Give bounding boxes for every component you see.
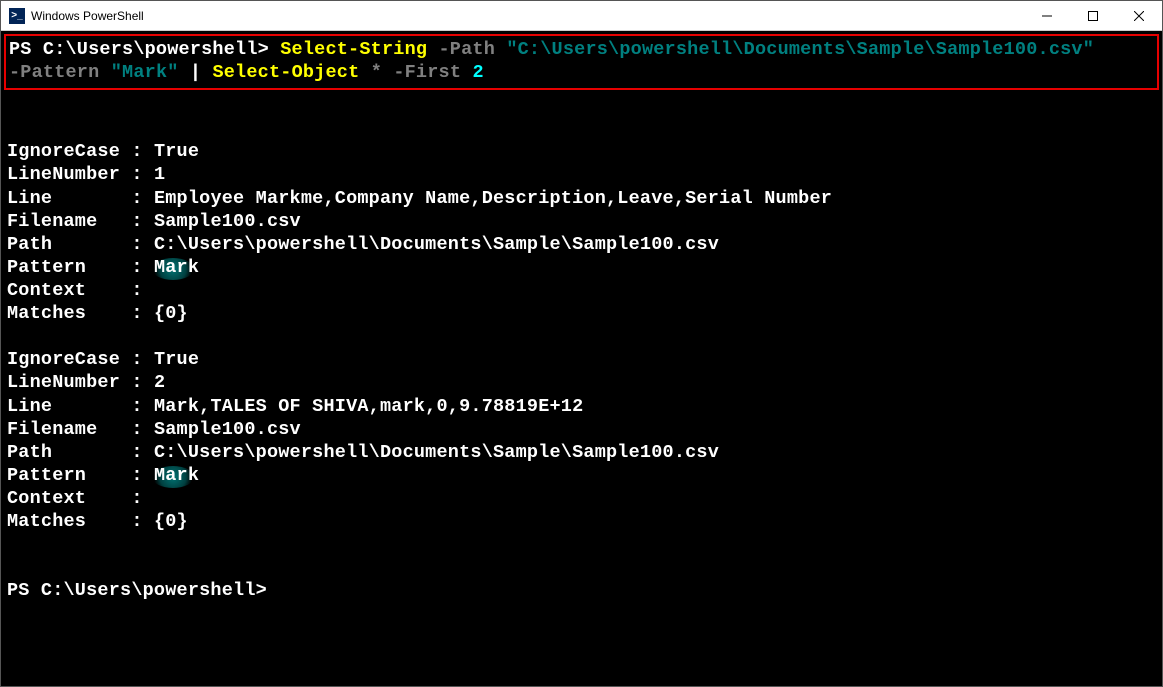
result-row: LineNumber : 1 (7, 163, 1156, 186)
result-row: Context : (7, 279, 1156, 302)
command-highlight-box: PS C:\Users\powershell> Select-String -P… (4, 34, 1159, 90)
window-title: Windows PowerShell (31, 9, 1024, 23)
field-value: True (154, 141, 199, 162)
cmdlet-select-object: Select-Object (212, 62, 359, 83)
field-value: {0} (154, 303, 188, 324)
result-row: Context : (7, 487, 1156, 510)
result-row: Path : C:\Users\powershell\Documents\Sam… (7, 233, 1156, 256)
prompt: PS C:\Users\powershell> (9, 39, 280, 60)
minimize-button[interactable] (1024, 1, 1070, 30)
title-bar: >_ Windows PowerShell (1, 1, 1162, 31)
pattern-value: "Mark" (111, 62, 179, 83)
param-path: -Path (439, 39, 496, 60)
field-label: Context : (7, 280, 154, 301)
param-first: -First (393, 62, 461, 83)
field-label: Context : (7, 488, 154, 509)
first-value: 2 (472, 62, 483, 83)
field-label: IgnoreCase : (7, 349, 154, 370)
field-label: Matches : (7, 511, 154, 532)
field-value: C:\Users\powershell\Documents\Sample\Sam… (154, 442, 719, 463)
result-row: Filename : Sample100.csv (7, 210, 1156, 233)
window-controls (1024, 1, 1162, 30)
field-label: Line : (7, 188, 154, 209)
field-value: Sample100.csv (154, 211, 301, 232)
field-value: Mark,TALES OF SHIVA,mark,0,9.78819E+12 (154, 396, 583, 417)
cmdlet-select-string: Select-String (280, 39, 427, 60)
result-row: IgnoreCase : True (7, 140, 1156, 163)
field-value: Sample100.csv (154, 419, 301, 440)
result-row: Pattern : Mark (7, 464, 1156, 487)
result-row: LineNumber : 2 (7, 371, 1156, 394)
pattern-match: Mark (154, 464, 199, 487)
field-label: Matches : (7, 303, 154, 324)
result-row: Matches : {0} (7, 510, 1156, 533)
field-label: IgnoreCase : (7, 141, 154, 162)
field-label: Filename : (7, 419, 154, 440)
result-row: Line : Mark,TALES OF SHIVA,mark,0,9.7881… (7, 395, 1156, 418)
field-value: C:\Users\powershell\Documents\Sample\Sam… (154, 234, 719, 255)
maximize-button[interactable] (1070, 1, 1116, 30)
pipe: | (179, 62, 213, 83)
result-row: IgnoreCase : True (7, 348, 1156, 371)
field-label: Line : (7, 396, 154, 417)
star: * (371, 62, 382, 83)
field-value: 2 (154, 372, 165, 393)
result-row: Matches : {0} (7, 302, 1156, 325)
param-pattern: -Pattern (9, 62, 99, 83)
field-value: {0} (154, 511, 188, 532)
field-value: True (154, 349, 199, 370)
result-row: Path : C:\Users\powershell\Documents\Sam… (7, 441, 1156, 464)
pattern-match: Mark (154, 256, 199, 279)
result-row: Filename : Sample100.csv (7, 418, 1156, 441)
field-label: LineNumber : (7, 372, 154, 393)
terminal-body[interactable]: PS C:\Users\powershell> Select-String -P… (1, 34, 1162, 602)
result-row: Pattern : Mark (7, 256, 1156, 279)
field-value: 1 (154, 164, 165, 185)
field-label: Filename : (7, 211, 154, 232)
field-label: Pattern : (7, 257, 154, 278)
output-block: IgnoreCase : True LineNumber : 1 Line : … (1, 90, 1162, 602)
path-value: "C:\Users\powershell\Documents\Sample\Sa… (506, 39, 1094, 60)
field-label: LineNumber : (7, 164, 154, 185)
close-button[interactable] (1116, 1, 1162, 30)
powershell-icon: >_ (9, 8, 25, 24)
final-prompt: PS C:\Users\powershell> (7, 579, 1156, 602)
result-row: Line : Employee Markme,Company Name,Desc… (7, 187, 1156, 210)
field-label: Pattern : (7, 465, 154, 486)
field-value: Employee Markme,Company Name,Description… (154, 188, 832, 209)
field-label: Path : (7, 234, 154, 255)
field-label: Path : (7, 442, 154, 463)
